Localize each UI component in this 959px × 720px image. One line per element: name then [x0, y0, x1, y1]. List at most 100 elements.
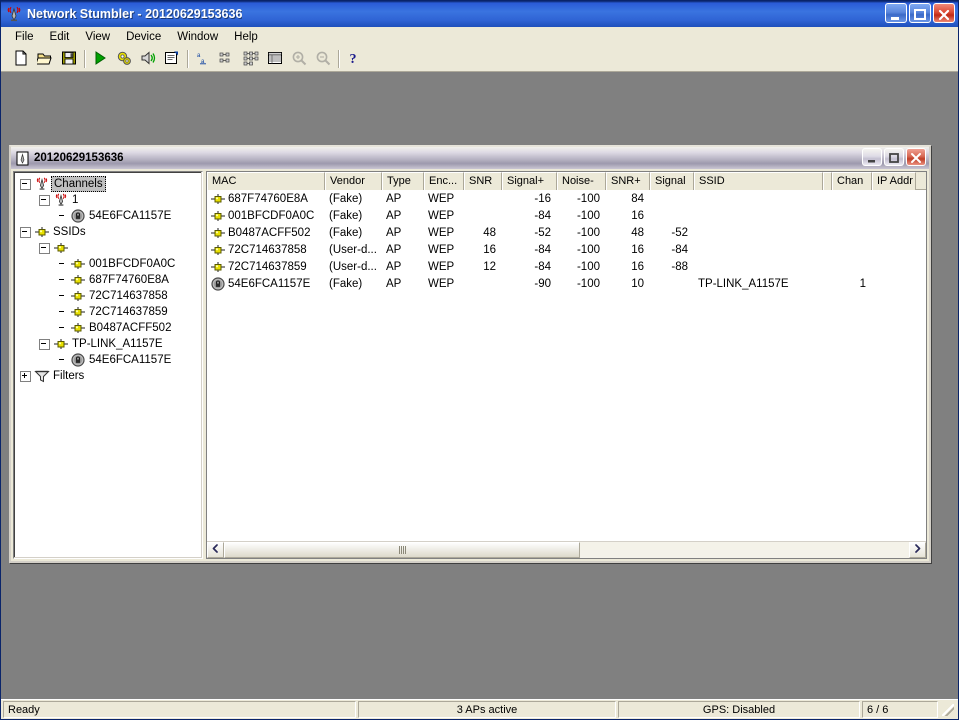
- tree-node-label: 72C714637859: [89, 305, 168, 319]
- child-minimize-button[interactable]: [862, 148, 882, 166]
- cell-vendor: (User-d...: [325, 261, 382, 273]
- column-header-signal[interactable]: Signal: [650, 172, 694, 190]
- tree-node[interactable]: 54E6FCA1157E: [14, 208, 202, 224]
- ap-yellow-icon: [70, 273, 86, 287]
- table-row[interactable]: 72C714637858(User-d...APWEP16-84-10016-8…: [207, 241, 926, 258]
- toolbar-arrange-button[interactable]: a a: [191, 48, 215, 70]
- cell-mac: 001BFCDF0A0C: [207, 209, 325, 223]
- tree-node[interactable]: Filters: [14, 368, 202, 384]
- table-row[interactable]: 001BFCDF0A0C(Fake)APWEP-84-10016: [207, 207, 926, 224]
- toolbar-configure-button[interactable]: [112, 48, 136, 70]
- menu-help[interactable]: Help: [226, 29, 266, 46]
- tree-node[interactable]: SSIDs: [14, 224, 202, 240]
- cell-mac: B0487ACFF502: [207, 226, 325, 240]
- toolbar-zoom-in-button[interactable]: [287, 48, 311, 70]
- column-header-ip-addr[interactable]: IP Addr: [872, 172, 916, 190]
- tree-node-label: Filters: [53, 369, 84, 383]
- toolbar-details-button[interactable]: [263, 48, 287, 70]
- tree-collapse-minus-icon[interactable]: [20, 179, 31, 190]
- table-row[interactable]: 687F74760E8A(Fake)APWEP-16-10084: [207, 190, 926, 207]
- tree-node[interactable]: 1: [14, 192, 202, 208]
- maximize-button[interactable]: [909, 3, 931, 23]
- child-maximize-button[interactable]: [884, 148, 904, 166]
- lock-encrypted-ap-icon: [210, 277, 226, 291]
- menu-view[interactable]: View: [77, 29, 118, 46]
- child-close-button[interactable]: [906, 148, 926, 166]
- menubar: File Edit View Device Window Help: [1, 27, 958, 47]
- tree-expand-plus-icon[interactable]: [20, 371, 31, 382]
- tree-node[interactable]: 72C714637858: [14, 288, 202, 304]
- horizontal-scrollbar[interactable]: [207, 541, 926, 558]
- tree-expander-placeholder: [58, 308, 67, 317]
- tree-node[interactable]: 54E6FCA1157E: [14, 352, 202, 368]
- tree-node[interactable]: [14, 240, 202, 256]
- cell-snr-plus: 84: [606, 193, 650, 205]
- column-header-ssid[interactable]: SSID: [694, 172, 823, 190]
- column-header-enc-[interactable]: Enc...: [424, 172, 464, 190]
- cell-enc: WEP: [424, 210, 464, 222]
- toolbar-properties-button[interactable]: [160, 48, 184, 70]
- table-row[interactable]: 72C714637859(User-d...APWEP12-84-10016-8…: [207, 258, 926, 275]
- tree-collapse-minus-icon[interactable]: [39, 195, 50, 206]
- tree-expander-placeholder: [58, 356, 67, 365]
- scroll-right-button[interactable]: [909, 542, 926, 558]
- cell-snr-plus: 48: [606, 227, 650, 239]
- column-header-mac[interactable]: MAC: [207, 172, 325, 190]
- column-header-chan[interactable]: Chan: [832, 172, 872, 190]
- maximize-icon: [885, 151, 903, 165]
- scroll-track[interactable]: [224, 542, 909, 558]
- cell-chan: 1: [832, 278, 872, 290]
- cell-noise-minus: -100: [557, 193, 606, 205]
- column-header-blank[interactable]: [823, 172, 832, 190]
- toolbar-sound-button[interactable]: [136, 48, 160, 70]
- menu-device[interactable]: Device: [118, 29, 169, 46]
- tree-collapse-minus-icon[interactable]: [39, 339, 50, 350]
- menu-edit[interactable]: Edit: [42, 29, 78, 46]
- toolbar-small-icons-button[interactable]: [215, 48, 239, 70]
- cell-mac: 72C714637859: [207, 260, 325, 274]
- scroll-thumb[interactable]: [224, 542, 580, 558]
- funnel-filter-icon: [34, 369, 50, 383]
- tree-collapse-minus-icon[interactable]: [39, 243, 50, 254]
- column-header-signal-[interactable]: Signal+: [502, 172, 557, 190]
- tree-node[interactable]: Channels: [14, 176, 202, 192]
- column-header-noise-[interactable]: Noise-: [557, 172, 606, 190]
- tree-node[interactable]: TP-LINK_A1157E: [14, 336, 202, 352]
- table-row[interactable]: B0487ACFF502(Fake)APWEP48-52-10048-52: [207, 224, 926, 241]
- toolbar-help-button[interactable]: ?: [342, 48, 366, 70]
- tree-node-label: Channels: [51, 176, 106, 192]
- toolbar-list-button[interactable]: [239, 48, 263, 70]
- network-tree-panel[interactable]: Channels154E6FCA1157ESSIDs001BFCDF0A0C68…: [13, 171, 203, 559]
- resize-grip-icon[interactable]: [940, 701, 956, 718]
- column-header-snr[interactable]: SNR: [464, 172, 502, 190]
- tree-node[interactable]: B0487ACFF502: [14, 320, 202, 336]
- table-row[interactable]: 54E6FCA1157E(Fake)APWEP-90-10010TP-LINK_…: [207, 275, 926, 292]
- cell-snr-plus: 16: [606, 244, 650, 256]
- minimize-button[interactable]: [885, 3, 907, 23]
- toolbar-zoom-out-button[interactable]: [311, 48, 335, 70]
- toolbar-scan-button[interactable]: [88, 48, 112, 70]
- toolbar-open-button[interactable]: [33, 48, 57, 70]
- tree-collapse-minus-icon[interactable]: [20, 227, 31, 238]
- cell-signal-plus: -90: [502, 278, 557, 290]
- column-header-vendor[interactable]: Vendor: [325, 172, 382, 190]
- scroll-left-button[interactable]: [207, 542, 224, 558]
- close-icon: [907, 151, 925, 165]
- status-aps-active: 3 APs active: [358, 701, 616, 718]
- ap-yellow-icon: [70, 305, 86, 319]
- tree-node[interactable]: 72C714637859: [14, 304, 202, 320]
- close-button[interactable]: [933, 3, 955, 23]
- cell-snr-plus: 16: [606, 210, 650, 222]
- menu-window[interactable]: Window: [169, 29, 226, 46]
- menu-file[interactable]: File: [7, 29, 42, 46]
- toolbar-save-button[interactable]: [57, 48, 81, 70]
- column-header-type[interactable]: Type: [382, 172, 424, 190]
- tree-node[interactable]: 687F74760E8A: [14, 272, 202, 288]
- ap-yellow-icon: [210, 192, 226, 206]
- toolbar: a a: [1, 47, 958, 71]
- tree-node[interactable]: 001BFCDF0A0C: [14, 256, 202, 272]
- toolbar-new-button[interactable]: [9, 48, 33, 70]
- tree-indent: [14, 200, 39, 201]
- child-window-body: Channels154E6FCA1157ESSIDs001BFCDF0A0C68…: [11, 169, 929, 561]
- column-header-snr-[interactable]: SNR+: [606, 172, 650, 190]
